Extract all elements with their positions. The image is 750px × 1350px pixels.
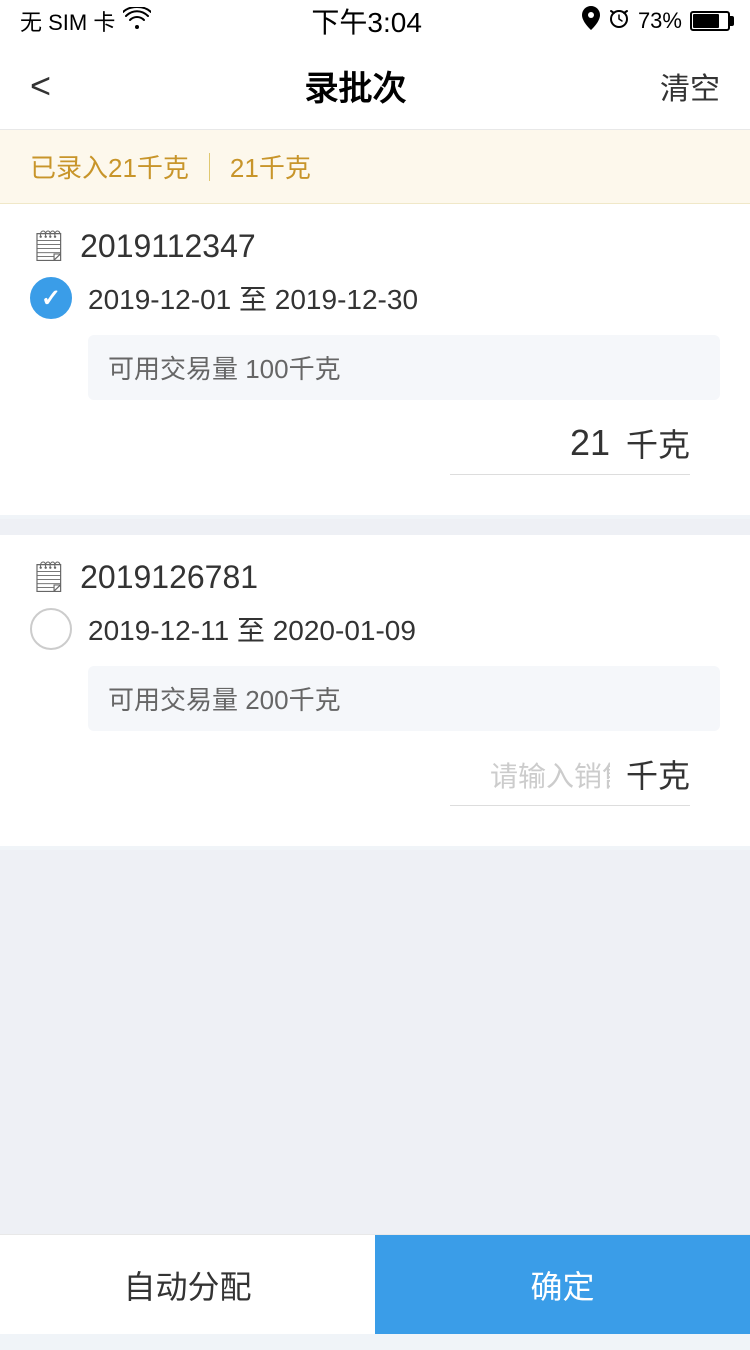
battery-icon (690, 11, 730, 31)
auto-distribute-button[interactable]: 自动分配 (0, 1235, 375, 1334)
batch-item-1: 🗒 2019112347 2019-12-01 至 2019-12-30 可用交… (0, 204, 750, 515)
batch-1-header: 🗒 2019112347 (30, 228, 720, 265)
batch-1-radio[interactable] (30, 277, 72, 319)
batch-2-available: 可用交易量 200千克 (88, 666, 720, 731)
page-title: 录批次 (305, 61, 407, 110)
info-divider (209, 153, 210, 181)
status-time: 下午3:04 (311, 1, 422, 41)
batch-2-id: 2019126781 (80, 559, 258, 596)
battery-percent: 73% (638, 8, 682, 34)
location-icon (582, 6, 600, 36)
recorded-amount: 已录入21千克 (30, 148, 189, 185)
batch-id-icon-1: 🗒 (30, 229, 68, 264)
section-separator (0, 519, 750, 535)
batch-1-id: 2019112347 (80, 228, 256, 265)
bottom-bar: 自动分配 确定 (0, 1234, 750, 1334)
clear-button[interactable]: 清空 (660, 64, 720, 108)
batch-2-date-row: 2019-12-11 至 2020-01-09 (30, 608, 720, 650)
status-bar: 无 SIM 卡 下午3:04 73% (0, 0, 750, 42)
batch-1-available: 可用交易量 100千克 (88, 335, 720, 400)
status-right: 73% (582, 6, 730, 36)
status-left: 无 SIM 卡 (20, 5, 151, 37)
batch-2-quantity-input[interactable] (490, 753, 610, 795)
batch-1-divider (450, 474, 690, 475)
sim-text: 无 SIM 卡 (20, 5, 115, 37)
batch-2-quantity-row: 千克 (30, 731, 720, 797)
batch-2-date: 2019-12-11 至 2020-01-09 (88, 609, 416, 649)
alarm-icon (608, 7, 630, 35)
empty-area (0, 850, 750, 1250)
batch-2-divider (450, 805, 690, 806)
batch-1-quantity-input[interactable] (490, 422, 610, 464)
nav-bar: < 录批次 清空 (0, 42, 750, 130)
back-button[interactable]: < (30, 65, 51, 107)
wifi-icon (123, 7, 151, 35)
confirm-button[interactable]: 确定 (375, 1235, 750, 1334)
batch-1-date: 2019-12-01 至 2019-12-30 (88, 278, 418, 318)
batch-item-2: 🗒 2019126781 2019-12-11 至 2020-01-09 可用交… (0, 535, 750, 846)
page-content: 已录入21千克 21千克 🗒 2019112347 2019-12-01 至 2… (0, 130, 750, 1350)
info-banner: 已录入21千克 21千克 (0, 130, 750, 204)
batch-1-quantity-row: 千克 (30, 400, 720, 466)
batch-1-date-row: 2019-12-01 至 2019-12-30 (30, 277, 720, 319)
total-amount: 21千克 (230, 148, 311, 185)
batch-id-icon-2: 🗒 (30, 560, 68, 595)
batch-1-unit: 千克 (626, 420, 690, 466)
batch-2-header: 🗒 2019126781 (30, 559, 720, 596)
batch-2-radio[interactable] (30, 608, 72, 650)
batch-2-unit: 千克 (626, 751, 690, 797)
